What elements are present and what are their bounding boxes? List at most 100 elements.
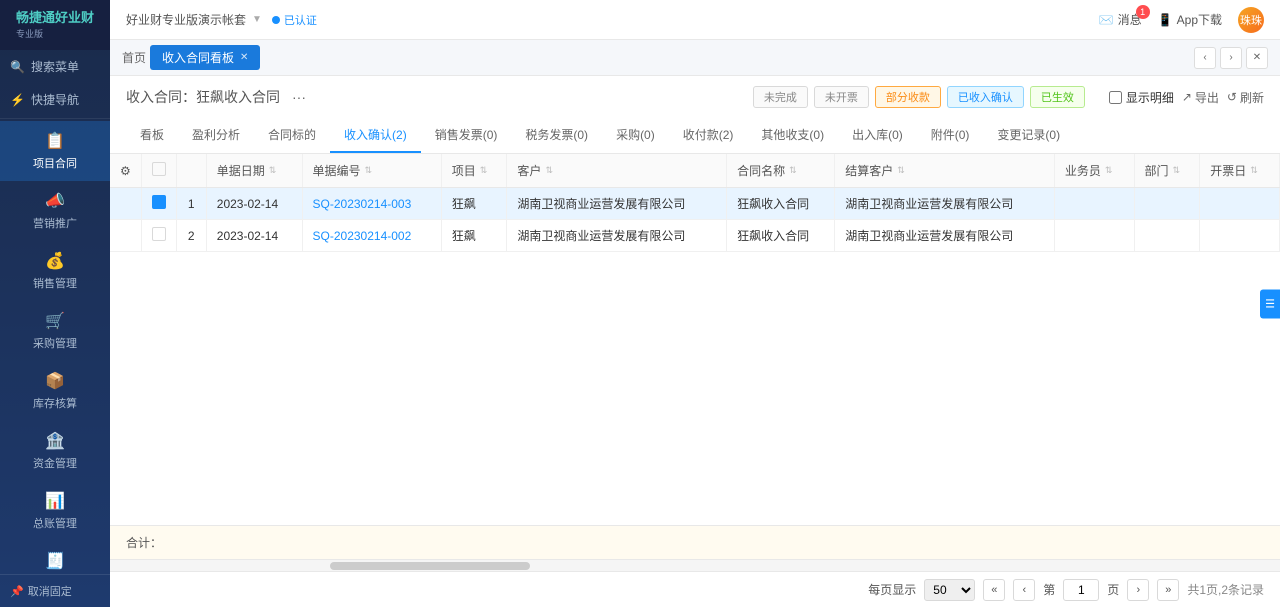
tabbar: 首页 收入合同看板 ✕ ‹ › ✕ bbox=[110, 40, 1280, 76]
th-department[interactable]: 部门 ⇅ bbox=[1134, 154, 1200, 188]
bill-no-link-2[interactable]: SQ-20230214-002 bbox=[313, 229, 412, 243]
cell-checkbox-1[interactable] bbox=[141, 188, 176, 220]
th-setting[interactable]: ⚙ bbox=[110, 154, 141, 188]
user-profile[interactable]: 珠珠 bbox=[1238, 7, 1264, 33]
sidebar-quick-nav[interactable]: ⚡ 快捷导航 bbox=[0, 83, 110, 116]
show-detail-checkbox[interactable]: 显示明细 bbox=[1109, 89, 1174, 106]
tab-change-log[interactable]: 变更记录(0) bbox=[983, 118, 1074, 153]
sidebar-logo: 畅捷通好业财 专业版 bbox=[0, 0, 110, 50]
th-contract-name[interactable]: 合同名称 ⇅ bbox=[727, 154, 835, 188]
sort-icon-project: ⇅ bbox=[480, 165, 488, 176]
tab-close-all-button[interactable]: ✕ bbox=[1246, 47, 1268, 69]
sidebar-item-marketing[interactable]: 📣 营销推广 bbox=[0, 181, 110, 241]
company-select[interactable]: 好业财专业版演示帐套 ▼ bbox=[126, 11, 262, 28]
page-total-info: 共1页,2条记录 bbox=[1187, 581, 1264, 598]
tab-payment[interactable]: 收付款(2) bbox=[669, 118, 748, 153]
sidebar-item-invoice[interactable]: 🧾 发票管理 bbox=[0, 541, 110, 574]
cell-bill-no-1[interactable]: SQ-20230214-003 bbox=[302, 188, 441, 220]
tag-partial-collect[interactable]: 部分收款 bbox=[875, 86, 941, 108]
page-number-input[interactable] bbox=[1063, 579, 1099, 601]
contract-title-row: 收入合同：狂飙收入合同 ··· 未完成 未开票 部分收款 已收入确认 已生效 显… bbox=[126, 86, 1264, 108]
sidebar-item-sales[interactable]: 💰 销售管理 bbox=[0, 241, 110, 301]
message-button[interactable]: ✉️ 消息 1 bbox=[1099, 11, 1142, 28]
cell-settlement-1: 湖南卫视商业运营发展有限公司 bbox=[835, 188, 1055, 220]
setting-icon[interactable]: ⚙ bbox=[120, 164, 131, 178]
tab-other-income[interactable]: 其他收支(0) bbox=[747, 118, 838, 153]
th-project[interactable]: 项目 ⇅ bbox=[441, 154, 507, 188]
logo-text: 畅捷通好业财 bbox=[16, 10, 94, 27]
tab-sales-invoice[interactable]: 销售发票(0) bbox=[421, 118, 512, 153]
tag-confirmed[interactable]: 已收入确认 bbox=[947, 86, 1024, 108]
table-row[interactable]: 1 2023-02-14 SQ-20230214-003 狂飙 湖南卫视商业运营… bbox=[110, 188, 1280, 220]
per-page-select[interactable]: 50 100 200 bbox=[924, 579, 975, 601]
bill-no-link-1[interactable]: SQ-20230214-003 bbox=[313, 197, 412, 211]
capital-icon: 🏦 bbox=[45, 431, 65, 451]
cell-date-2: 2023-02-14 bbox=[206, 220, 302, 252]
page-first-button[interactable]: « bbox=[983, 579, 1005, 601]
right-sticky-button[interactable]: ☰ bbox=[1260, 289, 1280, 318]
tab-income-contract[interactable]: 收入合同看板 ✕ bbox=[150, 45, 260, 70]
data-table: ⚙ 单据日期 ⇅ bbox=[110, 154, 1280, 252]
th-open-date[interactable]: 开票日 ⇅ bbox=[1200, 154, 1280, 188]
company-dropdown-icon: ▼ bbox=[252, 14, 262, 25]
export-button[interactable]: ↗ 导出 bbox=[1182, 89, 1219, 106]
table-container[interactable]: ⚙ 单据日期 ⇅ bbox=[110, 154, 1280, 525]
sidebar-item-inventory[interactable]: 📦 库存核算 bbox=[0, 361, 110, 421]
row-checkbox-2[interactable] bbox=[152, 227, 166, 241]
refresh-button[interactable]: ↺ 刷新 bbox=[1227, 89, 1264, 106]
cell-checkbox-2[interactable] bbox=[141, 220, 176, 252]
unpin-label: 取消固定 bbox=[28, 583, 72, 599]
row-checkbox-1[interactable] bbox=[152, 195, 166, 209]
tab-profit[interactable]: 盈利分析 bbox=[178, 118, 254, 153]
table-row[interactable]: 2 2023-02-14 SQ-20230214-002 狂飙 湖南卫视商业运营… bbox=[110, 220, 1280, 252]
sidebar-item-general[interactable]: 📊 总账管理 bbox=[0, 481, 110, 541]
sidebar-item-label: 项目合同 bbox=[33, 155, 77, 171]
app-download-button[interactable]: 📱 App下载 bbox=[1158, 11, 1222, 28]
tag-effective[interactable]: 已生效 bbox=[1030, 86, 1085, 108]
tab-purchase[interactable]: 采购(0) bbox=[602, 118, 669, 153]
tab-next-button[interactable]: › bbox=[1220, 47, 1242, 69]
sidebar-search[interactable]: 🔍 搜索菜单 bbox=[0, 50, 110, 83]
page-last-button[interactable]: » bbox=[1157, 579, 1179, 601]
sidebar-bottom-pin[interactable]: 📌 取消固定 bbox=[0, 574, 110, 607]
sort-icon-customer: ⇅ bbox=[545, 165, 553, 176]
cell-setting bbox=[110, 220, 141, 252]
cell-bill-no-2[interactable]: SQ-20230214-002 bbox=[302, 220, 441, 252]
show-detail-input[interactable] bbox=[1109, 91, 1122, 104]
tab-tax-invoice[interactable]: 税务发票(0) bbox=[511, 118, 602, 153]
sidebar-item-project-contract[interactable]: 📋 项目合同 bbox=[0, 121, 110, 181]
contract-title-name: 狂飙收入合同 bbox=[196, 89, 280, 105]
tab-contract-std[interactable]: 合同标的 bbox=[254, 118, 330, 153]
breadcrumb-home[interactable]: 首页 bbox=[122, 49, 146, 66]
more-button[interactable]: ··· bbox=[292, 89, 306, 105]
scrollbar-thumb[interactable] bbox=[330, 562, 530, 570]
page-next-button[interactable]: › bbox=[1127, 579, 1149, 601]
select-all-checkbox[interactable] bbox=[152, 162, 166, 176]
app-download-label: App下载 bbox=[1177, 11, 1222, 28]
export-label: 导出 bbox=[1195, 89, 1219, 106]
sidebar-item-purchase[interactable]: 🛒 采购管理 bbox=[0, 301, 110, 361]
sidebar-scroll: 📋 项目合同 📣 营销推广 💰 销售管理 🛒 采购管理 📦 库存核算 🏦 资金管… bbox=[0, 121, 110, 574]
tab-close-button[interactable]: ✕ bbox=[240, 52, 248, 63]
tab-attachments[interactable]: 附件(0) bbox=[917, 118, 984, 153]
company-name: 好业财专业版演示帐套 bbox=[126, 11, 246, 28]
th-checkbox[interactable] bbox=[141, 154, 176, 188]
tab-kanban[interactable]: 看板 bbox=[126, 118, 178, 153]
scrollbar-area[interactable] bbox=[110, 559, 1280, 571]
th-date[interactable]: 单据日期 ⇅ bbox=[206, 154, 302, 188]
tag-no-invoice[interactable]: 未开票 bbox=[814, 86, 869, 108]
show-detail-label: 显示明细 bbox=[1126, 89, 1174, 106]
th-bill-no[interactable]: 单据编号 ⇅ bbox=[302, 154, 441, 188]
page-prev-button[interactable]: ‹ bbox=[1013, 579, 1035, 601]
th-customer[interactable]: 客户 ⇅ bbox=[507, 154, 727, 188]
tab-prev-button[interactable]: ‹ bbox=[1194, 47, 1216, 69]
invoice-icon: 🧾 bbox=[45, 551, 65, 571]
tab-income-confirm[interactable]: 收入确认(2) bbox=[330, 118, 421, 153]
tab-warehouse[interactable]: 出入库(0) bbox=[838, 118, 917, 153]
purchase-icon: 🛒 bbox=[45, 311, 65, 331]
tag-incomplete[interactable]: 未完成 bbox=[753, 86, 808, 108]
cell-customer-2: 湖南卫视商业运营发展有限公司 bbox=[507, 220, 727, 252]
th-salesperson[interactable]: 业务员 ⇅ bbox=[1054, 154, 1134, 188]
th-settlement-customer[interactable]: 结算客户 ⇅ bbox=[835, 154, 1055, 188]
sidebar-item-capital[interactable]: 🏦 资金管理 bbox=[0, 421, 110, 481]
